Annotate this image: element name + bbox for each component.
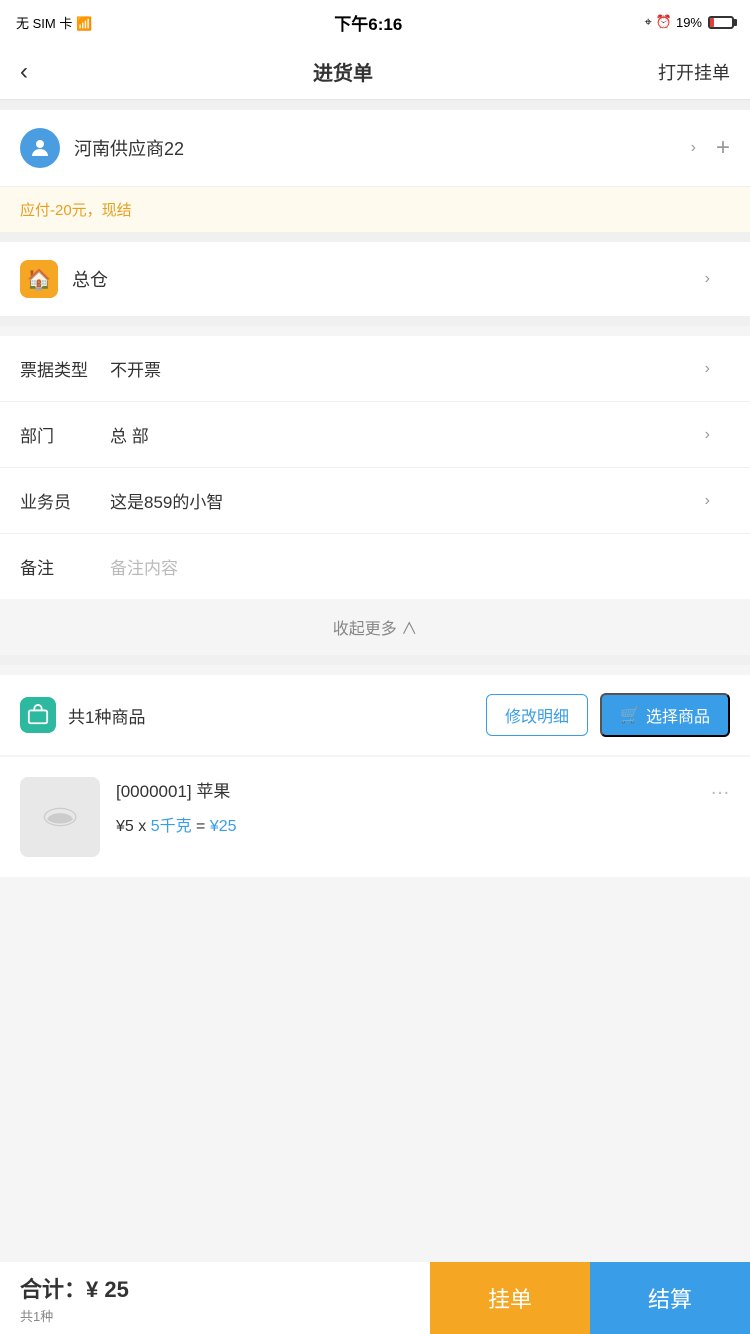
total-section: 合计：¥ 25 共1种 [0, 1272, 430, 1325]
salesman-label: 业务员 [20, 488, 100, 513]
divider-3 [0, 655, 750, 665]
back-button[interactable]: ‹ [20, 58, 28, 86]
supplier-section: 河南供应商22 › + 应付-20元，现结 [0, 110, 750, 232]
warehouse-row[interactable]: 🏠 总仓 › [0, 242, 750, 316]
remark-input[interactable]: 备注内容 [110, 554, 730, 579]
total-amount: ¥ 25 [86, 1277, 129, 1302]
department-chevron-icon: › [705, 426, 710, 444]
salesman-row[interactable]: 业务员 这是859的小智 › [0, 468, 750, 534]
remark-label: 备注 [20, 554, 100, 579]
modify-detail-button[interactable]: 修改明细 [486, 694, 588, 736]
total-amount-row: 合计：¥ 25 [20, 1272, 410, 1304]
bottom-bar: 合计：¥ 25 共1种 挂单 结算 [0, 1262, 750, 1334]
supplier-row[interactable]: 河南供应商22 › + [0, 110, 750, 187]
product-name: [0000001] 苹果 [116, 777, 694, 802]
supplier-avatar [20, 128, 60, 168]
salesman-chevron-icon: › [705, 492, 710, 510]
product-more-button[interactable]: … [710, 777, 730, 800]
invoice-chevron-icon: › [705, 360, 710, 378]
product-item: 🕳 [0000001] 苹果 ¥5 x 5千克 = ¥25 … [0, 757, 750, 877]
collapse-button[interactable]: 收起更多 ∧ [0, 599, 750, 655]
battery-percent: 19% [676, 15, 702, 30]
product-thumb-icon: 🕳 [40, 798, 81, 836]
warehouse-chevron-icon: › [705, 270, 710, 288]
select-product-icon: 🛒 [620, 705, 640, 725]
battery-icon [708, 16, 734, 29]
status-bar: 无 SIM 卡 📶 下午6:16 ⌖ ⏰ 19% [0, 0, 750, 44]
product-unit-price: ¥5 x [116, 818, 151, 835]
location-icon: ⌖ [644, 14, 651, 30]
add-supplier-button[interactable]: + [716, 134, 730, 162]
products-header: 共1种商品 修改明细 🛒 选择商品 [0, 675, 750, 755]
product-thumbnail: 🕳 [20, 777, 100, 857]
product-equals: = [192, 818, 210, 835]
supplier-chevron-icon: › [691, 139, 696, 157]
department-row[interactable]: 部门 总 部 › [0, 402, 750, 468]
checkout-button[interactable]: 结算 [590, 1262, 750, 1334]
divider-top [0, 100, 750, 110]
divider-1 [0, 232, 750, 242]
form-section: 票据类型 不开票 › 部门 总 部 › 业务员 这是859的小智 › 备注 备注… [0, 336, 750, 599]
bottom-spacer [0, 877, 750, 957]
open-pending-button[interactable]: 打开挂单 [658, 59, 730, 85]
department-value: 总 部 [110, 422, 705, 447]
product-qty: 5千克 [151, 818, 192, 835]
total-label: 合计： [20, 1277, 86, 1302]
warehouse-name: 总仓 [72, 266, 705, 292]
supplier-name: 河南供应商22 [74, 135, 691, 161]
hang-order-button[interactable]: 挂单 [430, 1262, 590, 1334]
nav-bar: ‹ 进货单 打开挂单 [0, 44, 750, 100]
total-count: 共1种 [20, 1306, 410, 1325]
product-code: [0000001] [116, 782, 196, 801]
product-info: [0000001] 苹果 ¥5 x 5千克 = ¥25 [116, 777, 694, 836]
status-left: 无 SIM 卡 📶 [16, 13, 92, 32]
select-product-button[interactable]: 🛒 选择商品 [600, 693, 730, 737]
products-icon [20, 697, 56, 733]
invoice-type-value: 不开票 [110, 356, 705, 381]
divider-2 [0, 316, 750, 326]
department-label: 部门 [20, 422, 100, 447]
salesman-value: 这是859的小智 [110, 488, 705, 513]
warehouse-section: 🏠 总仓 › [0, 242, 750, 316]
remark-row[interactable]: 备注 备注内容 [0, 534, 750, 599]
invoice-type-row[interactable]: 票据类型 不开票 › [0, 336, 750, 402]
status-right: ⌖ ⏰ 19% [644, 14, 734, 30]
page-title: 进货单 [313, 57, 373, 86]
product-total: ¥25 [210, 818, 237, 835]
products-count: 共1种商品 [68, 703, 474, 728]
supplier-notice: 应付-20元，现结 [0, 187, 750, 232]
alarm-icon: ⏰ [656, 14, 672, 30]
warehouse-icon: 🏠 [20, 260, 58, 298]
product-price-row: ¥5 x 5千克 = ¥25 [116, 812, 694, 836]
invoice-type-label: 票据类型 [20, 356, 100, 381]
status-time: 下午6:16 [334, 10, 402, 35]
select-product-label: 选择商品 [646, 703, 710, 727]
product-title: 苹果 [196, 782, 230, 801]
